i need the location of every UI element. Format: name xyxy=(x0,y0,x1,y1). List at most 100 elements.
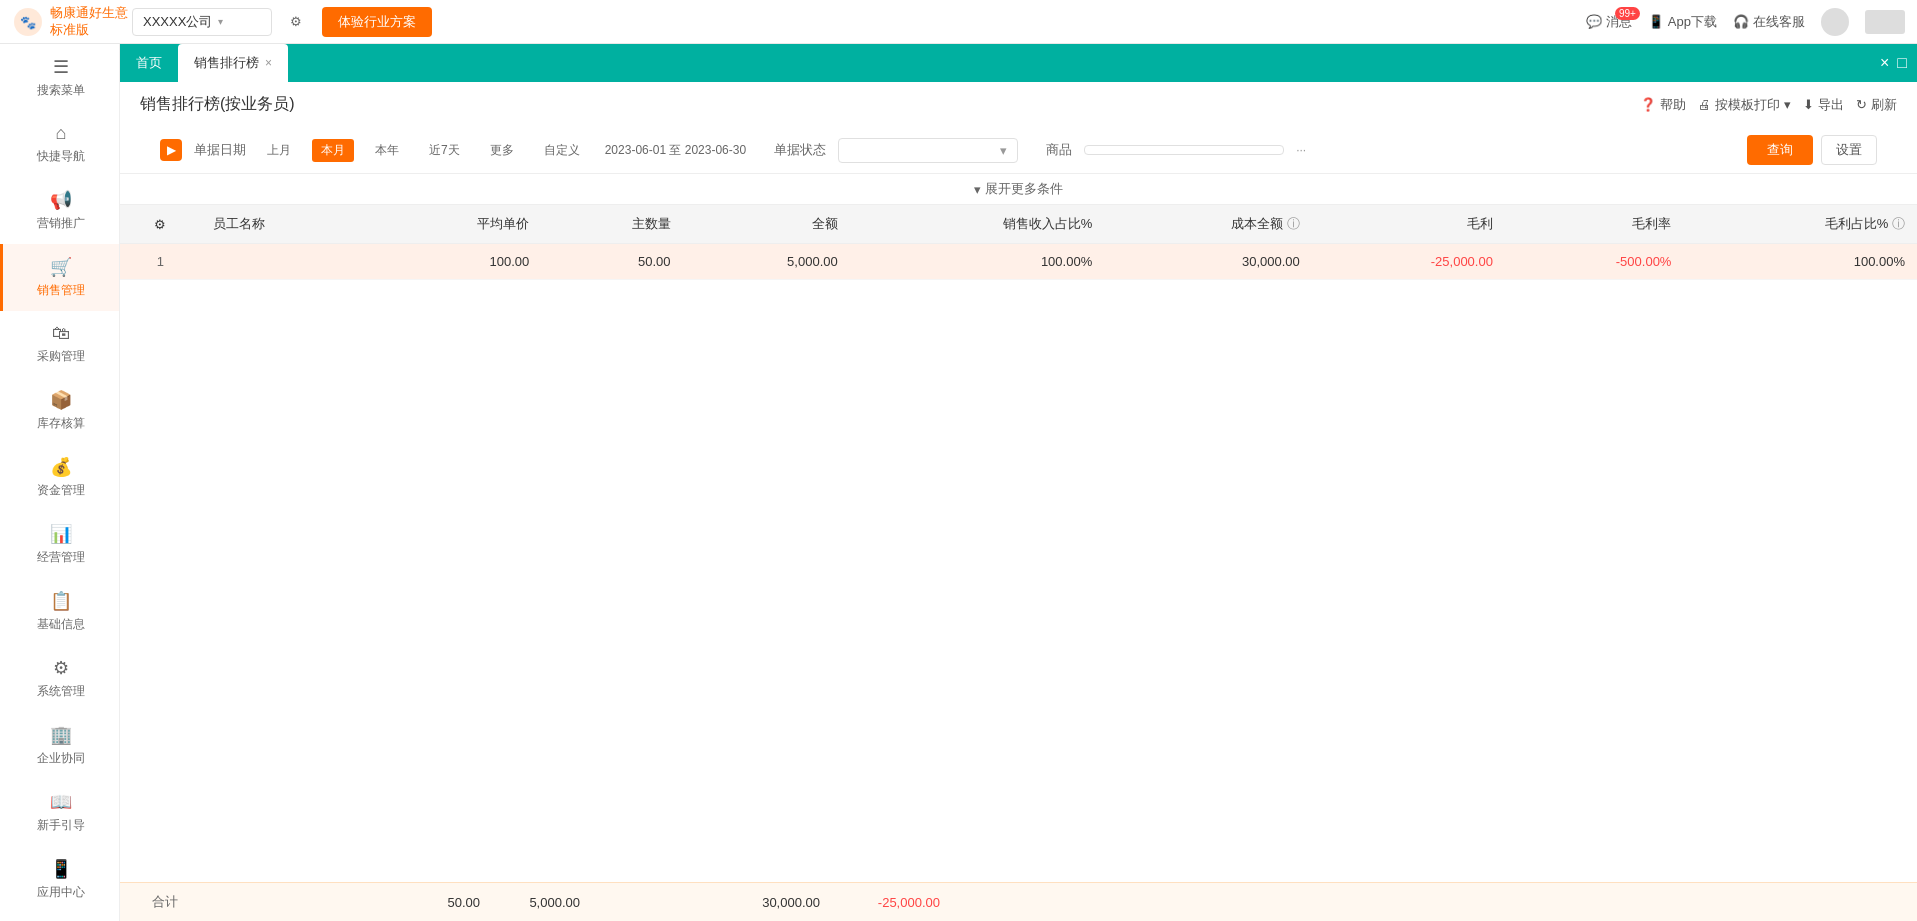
help-btn[interactable]: ❓ 帮助 xyxy=(1640,96,1686,114)
expand-label: 展开更多条件 xyxy=(985,180,1063,198)
search-menu-icon: ☰ xyxy=(53,56,69,78)
sidebar-item-operations[interactable]: 📊 经营管理 xyxy=(0,511,119,578)
sales-ranking-table: ⚙ 员工名称 平均单价 主数量 全额 销售收入占比% 成本全额 ⓘ 毛利 xyxy=(120,205,1917,280)
col-gross-margin: 毛利率 xyxy=(1505,205,1684,244)
expand-more-row: ▾ 展开更多条件 xyxy=(120,174,1917,205)
user-name-display xyxy=(1865,10,1905,34)
filter-row: ▶ 单据日期 上月 本月 本年 近7天 更多 自定义 2023-06-01 至 … xyxy=(140,127,1897,173)
col-amount: 全额 xyxy=(683,205,850,244)
sidebar-item-purchase[interactable]: 🛍 采购管理 xyxy=(0,311,119,377)
expand-more-btn[interactable]: ▾ 展开更多条件 xyxy=(974,180,1063,198)
logo-icon: 🐾 xyxy=(12,6,44,38)
system-icon: ⚙ xyxy=(53,657,69,679)
sidebar-item-finance[interactable]: 💰 资金管理 xyxy=(0,444,119,511)
guide-icon: 📖 xyxy=(50,791,72,813)
footer-gross-profit: -25,000.00 xyxy=(832,895,952,910)
cell-gross-margin: -500.00% xyxy=(1505,244,1684,280)
help-label: 帮助 xyxy=(1660,96,1686,114)
content-area: 首页 销售排行榜 × × □ 销售排行榜(按业务员) ❓ 帮助 xyxy=(120,44,1917,921)
table-footer: 合计 50.00 5,000.00 30,000.00 -25,000.00 xyxy=(120,882,1917,921)
sidebar-item-sales[interactable]: 🛒 销售管理 xyxy=(0,244,119,311)
headset-icon: 🎧 xyxy=(1733,14,1749,29)
top-bar: 🐾 畅康通好生意 标准版 XXXXX公司 ▾ ⚙ 体验行业方案 💬 消息 99+… xyxy=(0,0,1917,44)
cell-cost-amount: 30,000.00 xyxy=(1104,244,1312,280)
more-filters-btn[interactable]: ··· xyxy=(1296,143,1306,157)
tab-home-label: 首页 xyxy=(136,54,162,72)
sidebar-item-enterprise[interactable]: 🏢 企业协同 xyxy=(0,712,119,779)
print-btn[interactable]: 🖨 按模板打印 ▾ xyxy=(1698,96,1791,114)
current-year-btn[interactable]: 本年 xyxy=(366,139,408,162)
app-download-btn[interactable]: 📱 App下载 xyxy=(1648,13,1717,31)
online-service-btn[interactable]: 🎧 在线客服 xyxy=(1733,13,1805,31)
company-selector[interactable]: XXXXX公司 ▾ xyxy=(132,8,272,36)
date-filter-label: 单据日期 xyxy=(194,141,246,159)
goods-filter-input[interactable] xyxy=(1084,145,1284,155)
tab-close-icon[interactable]: × xyxy=(265,56,272,70)
gross-pct-info-icon[interactable]: ⓘ xyxy=(1892,216,1905,231)
date-range-display: 2023-06-01 至 2023-06-30 xyxy=(605,142,746,159)
sidebar-item-guide[interactable]: 📖 新手引导 xyxy=(0,779,119,846)
message-badge: 99+ xyxy=(1615,7,1640,20)
help-icon: ❓ xyxy=(1640,97,1656,112)
message-btn[interactable]: 💬 消息 99+ xyxy=(1586,13,1632,31)
sidebar-label-sales: 销售管理 xyxy=(37,282,85,299)
sidebar-item-search[interactable]: ☰ 搜索菜单 xyxy=(0,44,119,111)
refresh-btn[interactable]: ↻ 刷新 xyxy=(1856,96,1897,114)
sidebar-label-quicknav: 快捷导航 xyxy=(37,148,85,165)
sidebar-item-quicknav[interactable]: ⌂ 快捷导航 xyxy=(0,111,119,177)
tab-home[interactable]: 首页 xyxy=(120,44,178,82)
settings-icon-btn[interactable]: ⚙ xyxy=(280,6,312,38)
enterprise-icon: 🏢 xyxy=(50,724,72,746)
sidebar-item-apps[interactable]: 📱 应用中心 xyxy=(0,846,119,913)
table-container: ⚙ 员工名称 平均单价 主数量 全额 销售收入占比% 成本全额 ⓘ 毛利 xyxy=(120,205,1917,882)
app-download-label: App下载 xyxy=(1668,13,1717,31)
tab-maximize-btn[interactable]: □ xyxy=(1897,54,1907,72)
inventory-icon: 📦 xyxy=(50,389,72,411)
footer-values: 50.00 5,000.00 30,000.00 -25,000.00 xyxy=(292,895,1905,910)
cell-rank: 1 xyxy=(120,244,201,280)
cell-gross-profit-pct: 100.00% xyxy=(1683,244,1917,280)
tab-close-btn[interactable]: × xyxy=(1880,54,1889,72)
sidebar-item-marketing[interactable]: 📢 营销推广 xyxy=(0,177,119,244)
chevron-down-icon: ▾ xyxy=(218,16,223,27)
cost-amount-info-icon[interactable]: ⓘ xyxy=(1287,216,1300,231)
footer-label: 合计 xyxy=(132,893,292,911)
trial-button[interactable]: 体验行业方案 xyxy=(322,7,432,37)
current-month-btn[interactable]: 本月 xyxy=(312,139,354,162)
status-filter-select[interactable]: ▾ xyxy=(838,138,1018,163)
last-month-btn[interactable]: 上月 xyxy=(258,139,300,162)
table-row: 1 100.00 50.00 5,000.00 100.00% 30,000.0… xyxy=(120,244,1917,280)
message-icon: 💬 xyxy=(1586,14,1602,29)
sidebar-label-marketing: 营销推广 xyxy=(37,215,85,232)
purchase-icon: 🛍 xyxy=(52,323,70,344)
settings-button[interactable]: 设置 xyxy=(1821,135,1877,165)
last7days-btn[interactable]: 近7天 xyxy=(420,139,469,162)
tab-sales-ranking[interactable]: 销售排行榜 × xyxy=(178,44,288,82)
col-name: 员工名称 xyxy=(201,205,371,244)
filter-expand-arrow[interactable]: ▶ xyxy=(160,139,182,161)
more-date-btn[interactable]: 更多 xyxy=(481,139,523,162)
finance-icon: 💰 xyxy=(50,456,72,478)
page-header: 销售排行榜(按业务员) ❓ 帮助 🖨 按模板打印 ▾ ⬇ xyxy=(120,82,1917,174)
query-button[interactable]: 查询 xyxy=(1747,135,1813,165)
avatar[interactable] xyxy=(1821,8,1849,36)
settings-col-icon[interactable]: ⚙ xyxy=(154,217,166,232)
svg-text:🐾: 🐾 xyxy=(20,14,37,31)
sidebar-item-system[interactable]: ⚙ 系统管理 xyxy=(0,645,119,712)
export-btn[interactable]: ⬇ 导出 xyxy=(1803,96,1844,114)
export-icon: ⬇ xyxy=(1803,97,1814,112)
col-gross-profit: 毛利 xyxy=(1312,205,1505,244)
logo-area: 🐾 畅康通好生意 标准版 xyxy=(12,5,132,39)
sidebar-label-operations: 经营管理 xyxy=(37,549,85,566)
sidebar-item-inventory[interactable]: 📦 库存核算 xyxy=(0,377,119,444)
col-main-qty: 主数量 xyxy=(541,205,682,244)
custom-date-btn[interactable]: 自定义 xyxy=(535,139,589,162)
cell-amount: 5,000.00 xyxy=(683,244,850,280)
table-header: ⚙ 员工名称 平均单价 主数量 全额 销售收入占比% 成本全额 ⓘ 毛利 xyxy=(120,205,1917,244)
tab-sales-ranking-label: 销售排行榜 xyxy=(194,54,259,72)
online-service-label: 在线客服 xyxy=(1753,13,1805,31)
sidebar-item-wechat[interactable]: 💬 企业微信 xyxy=(0,913,119,921)
print-icon: 🖨 xyxy=(1698,97,1711,112)
sidebar-item-basic[interactable]: 📋 基础信息 xyxy=(0,578,119,645)
sidebar-label-system: 系统管理 xyxy=(37,683,85,700)
